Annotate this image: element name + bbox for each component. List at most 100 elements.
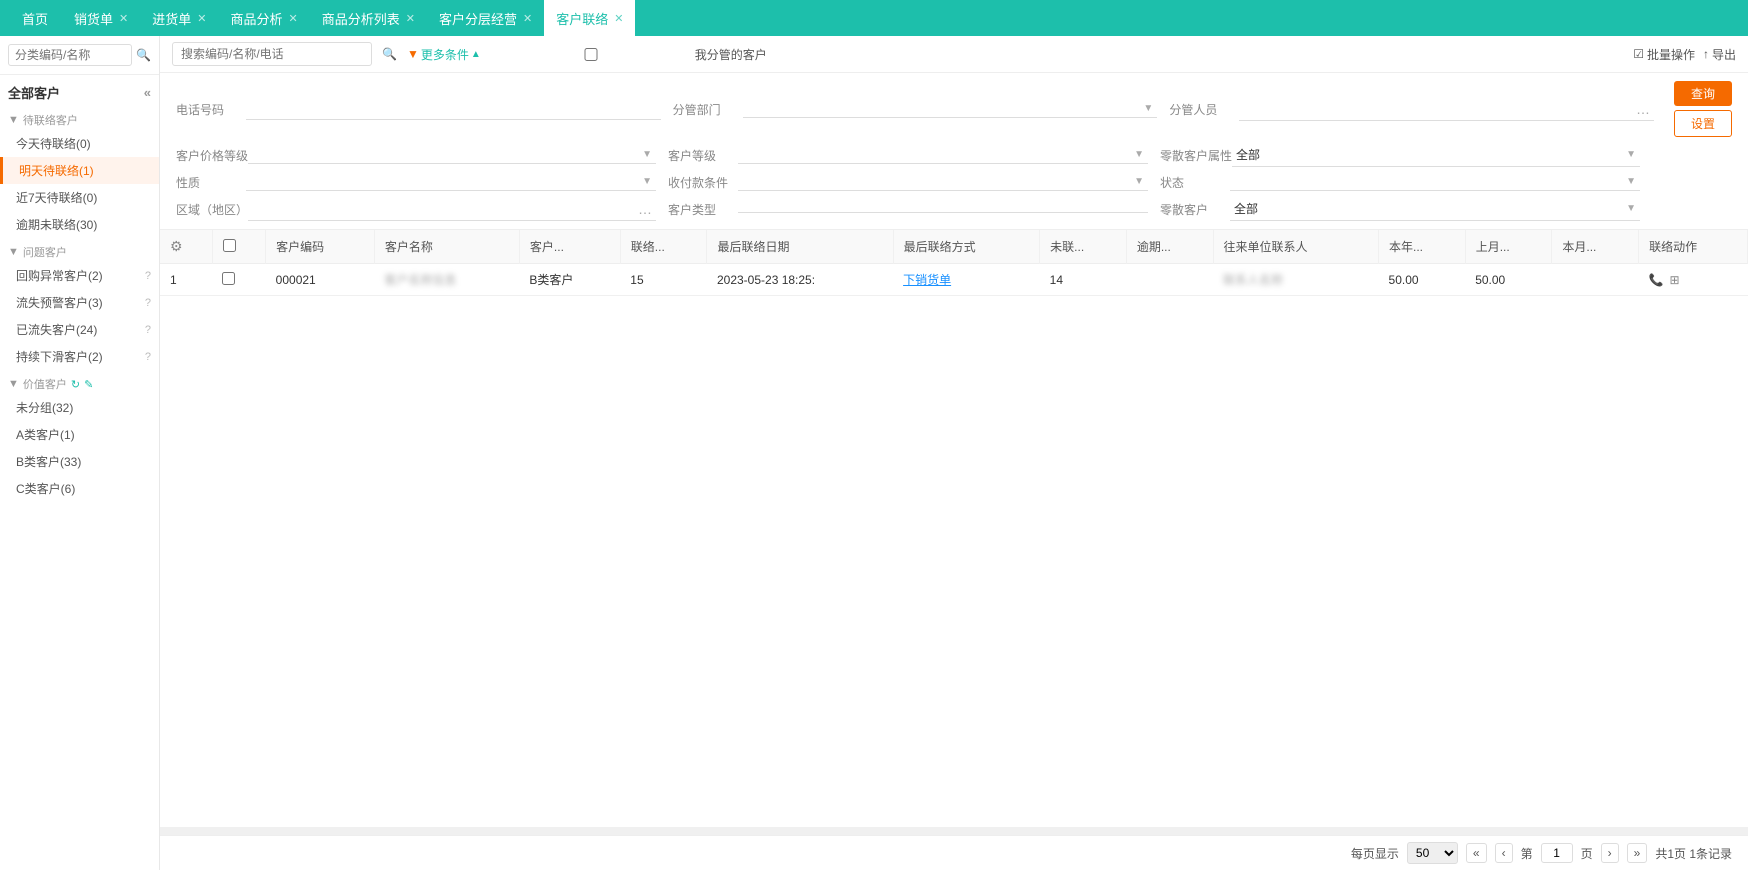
cell-last-month: 50.00: [1465, 264, 1552, 296]
phone-action-icon[interactable]: 📞: [1649, 273, 1664, 287]
table-header-row: ⚙ 客户编码 客户名称 客户... 联络... 最后联络日期 最后联络方式 未联…: [160, 230, 1748, 264]
sidebar-item-class-a[interactable]: A类客户(1): [0, 421, 159, 448]
filter-row-2: 客户价格等级 ▼ 客户等级 ▼ 零散客户属性 全部: [176, 143, 1732, 167]
col-settings[interactable]: ⚙: [160, 230, 212, 264]
sidebar-search-input[interactable]: [8, 44, 132, 66]
info-icon: ?: [145, 270, 151, 282]
sidebar-item-class-b[interactable]: B类客户(33): [0, 448, 159, 475]
cell-this-month: [1552, 264, 1639, 296]
more-icon[interactable]: …: [634, 201, 652, 217]
main-layout: 🔍 全部客户 « ▼ 待联络客户 今天待联络(0) 明天待联络(1) 近7天待联…: [0, 36, 1748, 870]
nav-tab-customer-contact[interactable]: 客户联络 ✕: [544, 0, 635, 36]
sidebar-item-churn-warning[interactable]: 流失预警客户(3) ?: [0, 289, 159, 316]
sidebar-item-7day-contact[interactable]: 近7天待联络(0): [0, 184, 159, 211]
sidebar-search-icon[interactable]: 🔍: [136, 48, 151, 62]
sidebar-item-ungrouped[interactable]: 未分组(32): [0, 394, 159, 421]
cell-action: 📞 ⊞: [1639, 264, 1748, 296]
batch-operation-btn[interactable]: ☑ 批量操作: [1633, 46, 1695, 63]
col-name: 客户名称: [374, 230, 519, 264]
retail-attr-select[interactable]: 全部 ▼: [1232, 143, 1640, 167]
more-icon[interactable]: …: [1632, 101, 1650, 117]
my-customers-filter[interactable]: 我分管的客户: [491, 46, 767, 63]
sidebar-item-class-c[interactable]: C类客户(6): [0, 475, 159, 502]
close-icon[interactable]: ✕: [406, 12, 415, 25]
sidebar-item-overdue-contact[interactable]: 逾期未联络(30): [0, 211, 159, 238]
last-page-button[interactable]: »: [1627, 843, 1648, 863]
filter-row-3: 性质 ▼ 收付款条件 ▼ 状态: [176, 173, 1732, 191]
area-field: 区域（地区） …: [176, 198, 656, 221]
col-uncontacted: 未联...: [1040, 230, 1127, 264]
close-icon[interactable]: ✕: [614, 12, 623, 25]
customer-type-select[interactable]: [738, 206, 1148, 213]
retail-customer-select[interactable]: 全部 ▼: [1230, 197, 1640, 221]
payment-select[interactable]: ▼: [738, 173, 1148, 191]
grid-action-icon[interactable]: ⊞: [1670, 273, 1680, 287]
settings-icon[interactable]: ⚙: [170, 238, 183, 254]
retail-attr-field: 零散客户属性 全部 ▼: [1160, 143, 1640, 167]
close-icon[interactable]: ✕: [523, 12, 532, 25]
refresh-icon[interactable]: ↻: [71, 378, 80, 391]
page-number-input[interactable]: [1541, 843, 1573, 863]
first-page-button[interactable]: «: [1466, 843, 1487, 863]
query-button[interactable]: 查询: [1674, 81, 1732, 106]
page-size-select[interactable]: 50 100 200: [1407, 842, 1458, 864]
content-area: 🔍 ▼ 更多条件 ▲ 我分管的客户 ☑ 批量操作 ↑ 导出: [160, 36, 1748, 870]
chevron-down-icon: ▼: [1143, 103, 1153, 114]
customer-type-field: 客户类型: [668, 201, 1148, 218]
filter-search-icon[interactable]: 🔍: [382, 47, 397, 61]
nav-home[interactable]: 首页: [8, 0, 62, 36]
pending-group-title: ▼ 待联络客户: [0, 106, 159, 130]
cell-uncontacted: 14: [1040, 264, 1127, 296]
my-customers-checkbox[interactable]: [491, 48, 691, 61]
customer-table: ⚙ 客户编码 客户名称 客户... 联络... 最后联络日期 最后联络方式 未联…: [160, 230, 1748, 296]
col-last-month: 上月...: [1465, 230, 1552, 264]
more-conditions-btn[interactable]: ▼ 更多条件 ▲: [407, 46, 481, 63]
dept-select[interactable]: ▼: [743, 100, 1158, 118]
col-checkbox[interactable]: [212, 230, 266, 264]
edit-icon[interactable]: ✎: [84, 378, 93, 391]
sidebar-item-today-contact[interactable]: 今天待联络(0): [0, 130, 159, 157]
nav-tab-purchase[interactable]: 进货单 ✕: [140, 0, 218, 36]
phone-input[interactable]: [246, 99, 661, 120]
cell-checkbox[interactable]: [212, 264, 266, 296]
advanced-filter-panel: 电话号码 分管部门 ▼ 分管人员 …: [160, 73, 1748, 230]
sidebar-item-tomorrow-contact[interactable]: 明天待联络(1): [0, 157, 159, 184]
nav-tab-analysis-list[interactable]: 商品分析列表 ✕: [310, 0, 427, 36]
prev-page-button[interactable]: ‹: [1495, 843, 1513, 863]
nav-tab-customer-segment[interactable]: 客户分层经营 ✕: [427, 0, 544, 36]
status-select[interactable]: ▼: [1230, 173, 1640, 191]
area-select[interactable]: …: [248, 198, 656, 221]
chevron-down-icon: ▼: [1134, 149, 1144, 160]
collapse-icon[interactable]: «: [144, 85, 151, 100]
phone-field: 电话号码: [176, 99, 661, 120]
info-icon: ?: [145, 351, 151, 363]
cell-last-contact-method[interactable]: 下销货单: [893, 264, 1040, 296]
set-button[interactable]: 设置: [1674, 110, 1732, 137]
chevron-down-icon: ▼: [1626, 176, 1636, 187]
nav-tab-analysis[interactable]: 商品分析 ✕: [218, 0, 309, 36]
sidebar: 🔍 全部客户 « ▼ 待联络客户 今天待联络(0) 明天待联络(1) 近7天待联…: [0, 36, 160, 870]
search-input[interactable]: [172, 42, 372, 66]
next-page-button[interactable]: ›: [1601, 843, 1619, 863]
price-level-select[interactable]: ▼: [248, 146, 656, 164]
gender-field: 性质 ▼: [176, 173, 656, 191]
close-icon[interactable]: ✕: [289, 12, 298, 25]
row-checkbox[interactable]: [222, 272, 235, 285]
select-all-checkbox[interactable]: [223, 239, 236, 252]
customer-level-select[interactable]: ▼: [738, 146, 1148, 164]
sidebar-item-repurchase-abnormal[interactable]: 回购异常客户(2) ?: [0, 262, 159, 289]
sidebar-item-churned[interactable]: 已流失客户(24) ?: [0, 316, 159, 343]
manager-select[interactable]: …: [1239, 98, 1654, 121]
gender-select[interactable]: ▼: [246, 173, 656, 191]
filter-row-1: 电话号码 分管部门 ▼ 分管人员 …: [176, 81, 1732, 137]
close-icon[interactable]: ✕: [197, 12, 206, 25]
scrollbar[interactable]: [160, 827, 1748, 835]
chevron-down-icon: ▼: [1626, 203, 1636, 214]
cell-last-contact-date: 2023-05-23 18:25:: [707, 264, 893, 296]
sidebar-item-declining[interactable]: 持续下滑客户(2) ?: [0, 343, 159, 370]
col-contact-count: 联络...: [620, 230, 707, 264]
export-btn[interactable]: ↑ 导出: [1703, 46, 1736, 63]
nav-tab-sales[interactable]: 销货单 ✕: [62, 0, 140, 36]
close-icon[interactable]: ✕: [119, 12, 128, 25]
checkbox-icon: ☑: [1633, 47, 1644, 61]
